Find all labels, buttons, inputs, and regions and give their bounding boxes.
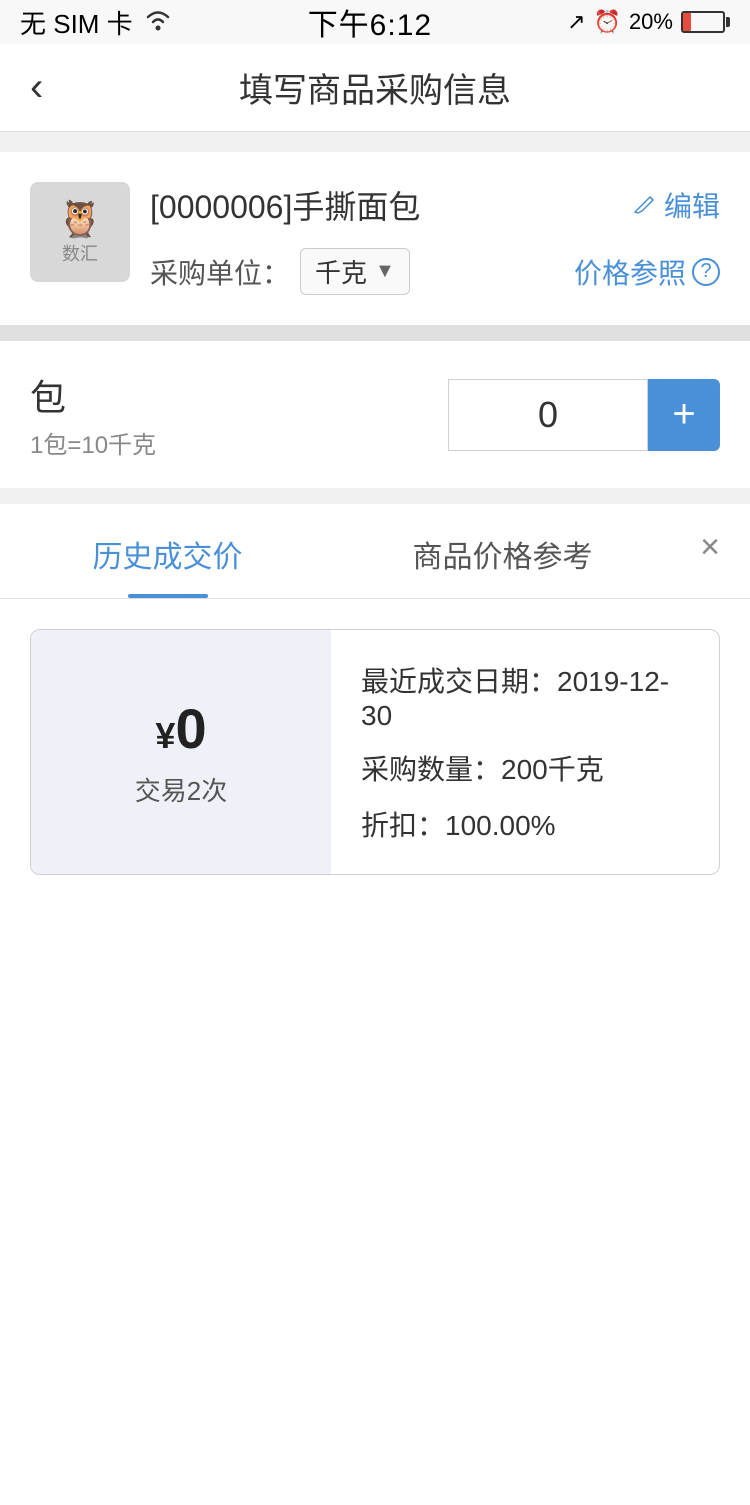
alarm-icon: ⏰ — [594, 9, 621, 35]
product-name-row: [0000006]手撕面包 编辑 — [150, 182, 720, 228]
status-right-icons: ↗ ⏰ 20% — [567, 9, 730, 35]
price-reference-button[interactable]: 价格参照 ? — [574, 252, 720, 292]
unit-select-dropdown[interactable]: 千克 ▼ — [300, 248, 410, 295]
purchase-qty-row: 采购数量：200千克 — [361, 748, 689, 788]
status-carrier: 无 SIM 卡 — [20, 4, 173, 41]
product-logo-icon: 🦉 — [58, 198, 103, 240]
product-logo-subtitle: 数汇 — [62, 240, 98, 266]
location-icon: ↗ — [567, 9, 585, 35]
back-button[interactable]: ‹ — [30, 65, 43, 110]
quantity-conversion: 1包=10千克 — [30, 425, 156, 460]
quantity-section: 包 1包=10千克 0 + — [0, 341, 750, 488]
product-thumbnail: 🦉 数汇 — [30, 182, 130, 282]
quantity-plus-button[interactable]: + — [648, 379, 720, 451]
history-price-content: ¥0 交易2次 最近成交日期：2019-12-30 采购数量：200千克 折扣：… — [0, 599, 750, 905]
edit-icon — [632, 192, 658, 218]
edit-button[interactable]: 编辑 — [632, 185, 720, 225]
recent-date-row: 最近成交日期：2019-12-30 — [361, 660, 689, 732]
product-name: [0000006]手撕面包 — [150, 182, 420, 228]
status-time: 下午6:12 — [308, 0, 432, 44]
tab-price-reference[interactable]: 商品价格参考 — [335, 504, 670, 598]
section-divider — [0, 325, 750, 341]
tabs-section: 历史成交价 商品价格参考 × ¥0 交易2次 最近成交日期：2019-12-30… — [0, 504, 750, 905]
price-card: ¥0 交易2次 最近成交日期：2019-12-30 采购数量：200千克 折扣：… — [30, 629, 720, 875]
unit-label: 采购单位： — [150, 252, 290, 292]
battery-pct-text: 20% — [629, 9, 673, 35]
discount-row: 折扣：100.00% — [361, 804, 689, 844]
bottom-area — [0, 905, 750, 1505]
tabs-close-button[interactable]: × — [670, 528, 750, 575]
battery-icon — [681, 11, 730, 33]
quantity-label-area: 包 1包=10千克 — [30, 369, 156, 460]
quantity-input-area: 0 + — [448, 379, 720, 451]
quantity-input[interactable]: 0 — [448, 379, 648, 451]
wifi-icon — [143, 7, 173, 38]
tab-history-price[interactable]: 历史成交价 — [0, 504, 335, 598]
price-card-right: 最近成交日期：2019-12-30 采购数量：200千克 折扣：100.00% — [331, 630, 719, 874]
product-info: [0000006]手撕面包 编辑 采购单位： 千克 ▼ — [150, 182, 720, 295]
unit-selector-area: 采购单位： 千克 ▼ — [150, 248, 410, 295]
nav-bar: ‹ 填写商品采购信息 — [0, 44, 750, 132]
info-circle-icon: ? — [692, 258, 720, 286]
product-row: 🦉 数汇 [0000006]手撕面包 编辑 采购单位： — [30, 182, 720, 295]
chevron-down-icon: ▼ — [375, 260, 395, 283]
quantity-unit-tag: 包 — [30, 369, 156, 421]
price-card-left: ¥0 交易2次 — [31, 630, 331, 874]
product-thumb-inner: 🦉 数汇 — [58, 198, 103, 266]
transaction-count: 交易2次 — [135, 771, 227, 808]
tabs-header: 历史成交价 商品价格参考 × — [0, 504, 750, 599]
page-title: 填写商品采购信息 — [239, 63, 511, 112]
price-display: ¥0 — [155, 696, 206, 761]
product-section: 🦉 数汇 [0000006]手撕面包 编辑 采购单位： — [0, 152, 750, 325]
purchase-unit-row: 采购单位： 千克 ▼ 价格参照 ? — [150, 248, 720, 295]
carrier-text: 无 SIM 卡 — [20, 4, 133, 41]
status-bar: 无 SIM 卡 下午6:12 ↗ ⏰ 20% — [0, 0, 750, 44]
